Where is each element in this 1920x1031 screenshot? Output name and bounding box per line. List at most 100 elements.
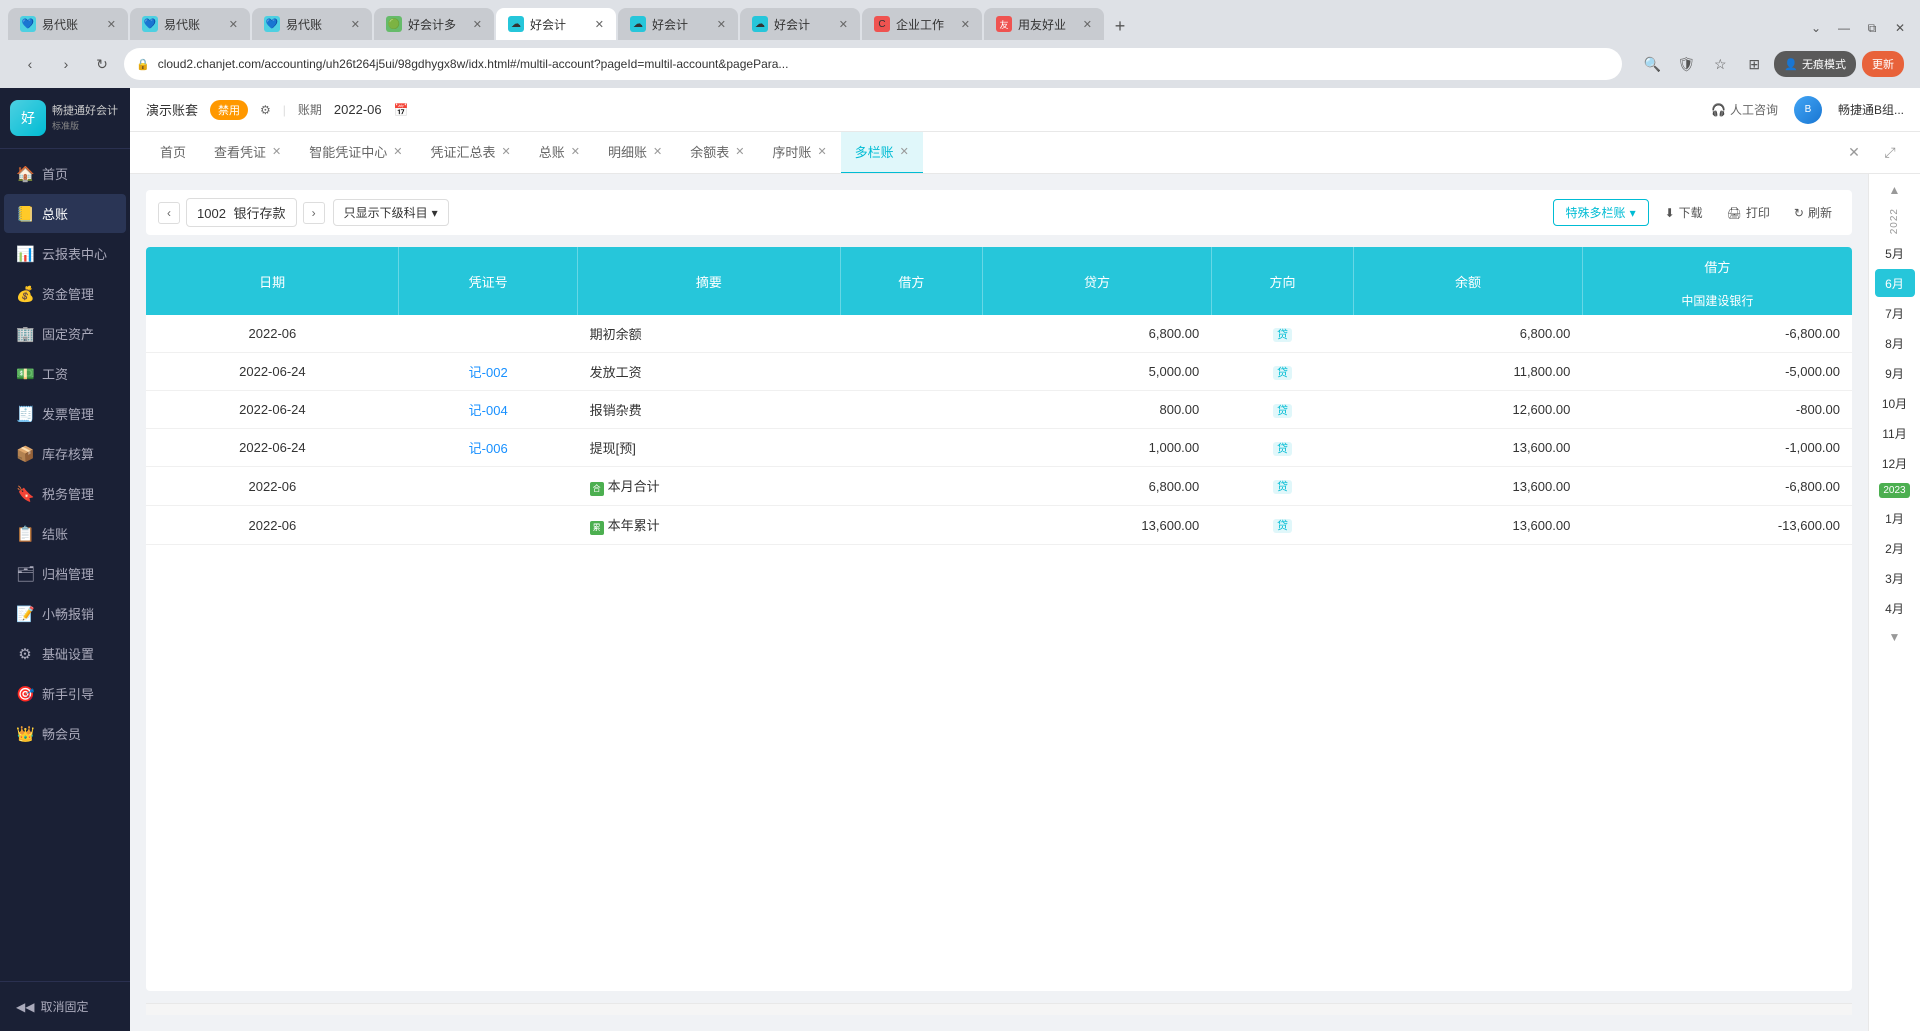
browser-tab-9[interactable]: 友 用友好业 ✕ bbox=[984, 8, 1104, 40]
tab-close-3[interactable]: ✕ bbox=[351, 18, 360, 31]
page-tab-multi[interactable]: 多栏账 ✕ bbox=[841, 132, 923, 174]
tab-close-general[interactable]: ✕ bbox=[571, 145, 580, 158]
tab-close-voucher[interactable]: ✕ bbox=[272, 145, 281, 158]
back-button[interactable]: ‹ bbox=[16, 50, 44, 78]
tab-close-4[interactable]: ✕ bbox=[473, 18, 482, 31]
sidebar-item-home[interactable]: 🏠 首页 bbox=[4, 154, 126, 193]
cal-month-apr[interactable]: 4月 bbox=[1875, 594, 1915, 622]
sidebar-item-tax[interactable]: 🔖 税务管理 bbox=[4, 474, 126, 513]
sidebar-item-settings[interactable]: ⚙ 基础设置 bbox=[4, 634, 126, 673]
tab-close-seq[interactable]: ✕ bbox=[817, 145, 826, 158]
funds-icon: 💰 bbox=[16, 285, 34, 303]
sidebar-item-close[interactable]: 📋 结账 bbox=[4, 514, 126, 553]
sidebar-item-member[interactable]: 👑 畅会员 bbox=[4, 714, 126, 753]
print-button[interactable]: 🖨 打印 bbox=[1719, 200, 1778, 225]
tab-close-2[interactable]: ✕ bbox=[229, 18, 238, 31]
sidebar-item-ledger[interactable]: 📒 总账 bbox=[4, 194, 126, 233]
close-window-button[interactable]: ✕ bbox=[1888, 16, 1912, 40]
tab-close-1[interactable]: ✕ bbox=[107, 18, 116, 31]
page-tab-detail[interactable]: 明细账 ✕ bbox=[594, 132, 676, 174]
url-bar[interactable]: 🔒 cloud2.chanjet.com/accounting/uh26t264… bbox=[124, 48, 1622, 80]
prev-account-button[interactable]: ‹ bbox=[158, 202, 180, 224]
page-tab-smart[interactable]: 智能凭证中心 ✕ bbox=[295, 132, 416, 174]
year-2023-badge[interactable]: 2023 bbox=[1879, 483, 1909, 498]
refresh-button[interactable]: ↻ bbox=[88, 50, 116, 78]
special-account-button[interactable]: 特殊多栏账 ▾ bbox=[1553, 199, 1649, 226]
browser-tab-4[interactable]: 🟢 好会计多 ✕ bbox=[374, 8, 494, 40]
cal-month-nov[interactable]: 11月 bbox=[1875, 419, 1915, 447]
sidebar-item-archive[interactable]: 🗂 归档管理 bbox=[4, 554, 126, 593]
tab-close-7[interactable]: ✕ bbox=[839, 18, 848, 31]
collapse-tabs-button[interactable]: ✕ bbox=[1840, 139, 1868, 167]
update-button[interactable]: 更新 bbox=[1862, 51, 1904, 77]
browser-tab-7[interactable]: ☁ 好会计 ✕ bbox=[740, 8, 860, 40]
sidebar-item-funds[interactable]: 💰 资金管理 bbox=[4, 274, 126, 313]
sidebar-item-expense[interactable]: 📝 小畅报销 bbox=[4, 594, 126, 633]
tab-close-6[interactable]: ✕ bbox=[717, 18, 726, 31]
sidebar-item-assets[interactable]: 🏢 固定资产 bbox=[4, 314, 126, 353]
expand-tabs-button[interactable]: ⤢ bbox=[1876, 139, 1904, 167]
page-tab-summary[interactable]: 凭证汇总表 ✕ bbox=[416, 132, 524, 174]
cal-month-jan[interactable]: 1月 bbox=[1875, 504, 1915, 532]
cal-month-sep[interactable]: 9月 bbox=[1875, 359, 1915, 387]
sidebar-item-reports[interactable]: 📊 云报表中心 bbox=[4, 234, 126, 273]
browser-tab-6[interactable]: ☁ 好会计 ✕ bbox=[618, 8, 738, 40]
download-button[interactable]: ⬇ 下载 bbox=[1657, 200, 1711, 225]
account-selector[interactable]: 1002 银行存款 bbox=[186, 198, 297, 227]
unpin-button[interactable]: ◀◀ 取消固定 bbox=[4, 990, 126, 1023]
forward-button[interactable]: › bbox=[52, 50, 80, 78]
restore-button[interactable]: ⧉ bbox=[1860, 16, 1884, 40]
tab-close-5[interactable]: ✕ bbox=[595, 18, 604, 31]
voucher-link[interactable]: 记-004 bbox=[469, 403, 508, 418]
tab-close-8[interactable]: ✕ bbox=[961, 18, 970, 31]
voucher-link[interactable]: 记-006 bbox=[469, 441, 508, 456]
page-tab-seq[interactable]: 序时账 ✕ bbox=[758, 132, 840, 174]
cal-month-aug[interactable]: 8月 bbox=[1875, 329, 1915, 357]
browser-tab-2[interactable]: 💙 易代账 ✕ bbox=[130, 8, 250, 40]
cal-month-oct[interactable]: 10月 bbox=[1875, 389, 1915, 417]
minimize-button[interactable]: — bbox=[1832, 16, 1856, 40]
tab-close-9[interactable]: ✕ bbox=[1083, 18, 1092, 31]
tab-close-detail[interactable]: ✕ bbox=[653, 145, 662, 158]
cal-month-feb[interactable]: 2月 bbox=[1875, 534, 1915, 562]
search-icon[interactable]: 🔍 bbox=[1638, 50, 1666, 78]
bottom-scrollbar[interactable] bbox=[146, 1003, 1852, 1015]
tab-close-multi[interactable]: ✕ bbox=[900, 145, 909, 158]
cal-month-may[interactable]: 5月 bbox=[1875, 239, 1915, 267]
refresh-button[interactable]: ↻ 刷新 bbox=[1786, 200, 1840, 225]
tab-close-smart[interactable]: ✕ bbox=[393, 145, 402, 158]
page-tab-general[interactable]: 总账 ✕ bbox=[525, 132, 594, 174]
page-tab-voucher[interactable]: 查看凭证 ✕ bbox=[200, 132, 295, 174]
next-account-button[interactable]: › bbox=[303, 202, 325, 224]
cal-month-jul[interactable]: 7月 bbox=[1875, 299, 1915, 327]
star-icon[interactable]: ☆ bbox=[1706, 50, 1734, 78]
tab-close-summary[interactable]: ✕ bbox=[502, 145, 511, 158]
voucher-link[interactable]: 记-002 bbox=[469, 365, 508, 380]
sidebar-panel-icon[interactable]: ⊞ bbox=[1740, 50, 1768, 78]
settings-icon[interactable]: ⚙ bbox=[260, 103, 271, 117]
sidebar-item-payroll[interactable]: 💵 工资 bbox=[4, 354, 126, 393]
tab-close-balance[interactable]: ✕ bbox=[735, 145, 744, 158]
browser-tab-3[interactable]: 💙 易代账 ✕ bbox=[252, 8, 372, 40]
calendar-icon[interactable]: 📅 bbox=[394, 103, 409, 117]
calendar-down-button[interactable]: ▼ bbox=[1883, 625, 1907, 649]
page-tab-balance[interactable]: 余额表 ✕ bbox=[676, 132, 758, 174]
page-tab-home[interactable]: 首页 bbox=[146, 132, 200, 174]
calendar-up-button[interactable]: ▲ bbox=[1883, 178, 1907, 202]
browser-tab-8[interactable]: C 企业工作 ✕ bbox=[862, 8, 982, 40]
new-tab-button[interactable]: + bbox=[1106, 12, 1134, 40]
sidebar-item-invoice[interactable]: 🧾 发票管理 bbox=[4, 394, 126, 433]
filter-dropdown[interactable]: 只显示下级科目 ▾ bbox=[333, 199, 449, 226]
cal-month-dec[interactable]: 12月 bbox=[1875, 449, 1915, 477]
shield-icon[interactable]: 🛡 bbox=[1672, 50, 1700, 78]
sidebar-item-guide[interactable]: 🎯 新手引导 bbox=[4, 674, 126, 713]
browser-tab-5[interactable]: ☁ 好会计 ✕ bbox=[496, 8, 616, 40]
tab-list-button[interactable]: ⌄ bbox=[1804, 16, 1828, 40]
cal-month-mar[interactable]: 3月 bbox=[1875, 564, 1915, 592]
wuhen-mode-button[interactable]: 👤 无痕模式 bbox=[1774, 51, 1856, 77]
sidebar-item-inventory[interactable]: 📦 库存核算 bbox=[4, 434, 126, 473]
cal-month-jun[interactable]: 6月 bbox=[1875, 269, 1915, 297]
user-avatar[interactable]: B bbox=[1794, 96, 1822, 124]
customer-service-button[interactable]: 🎧 人工咨询 bbox=[1711, 101, 1778, 118]
browser-tab-1[interactable]: 💙 易代账 ✕ bbox=[8, 8, 128, 40]
